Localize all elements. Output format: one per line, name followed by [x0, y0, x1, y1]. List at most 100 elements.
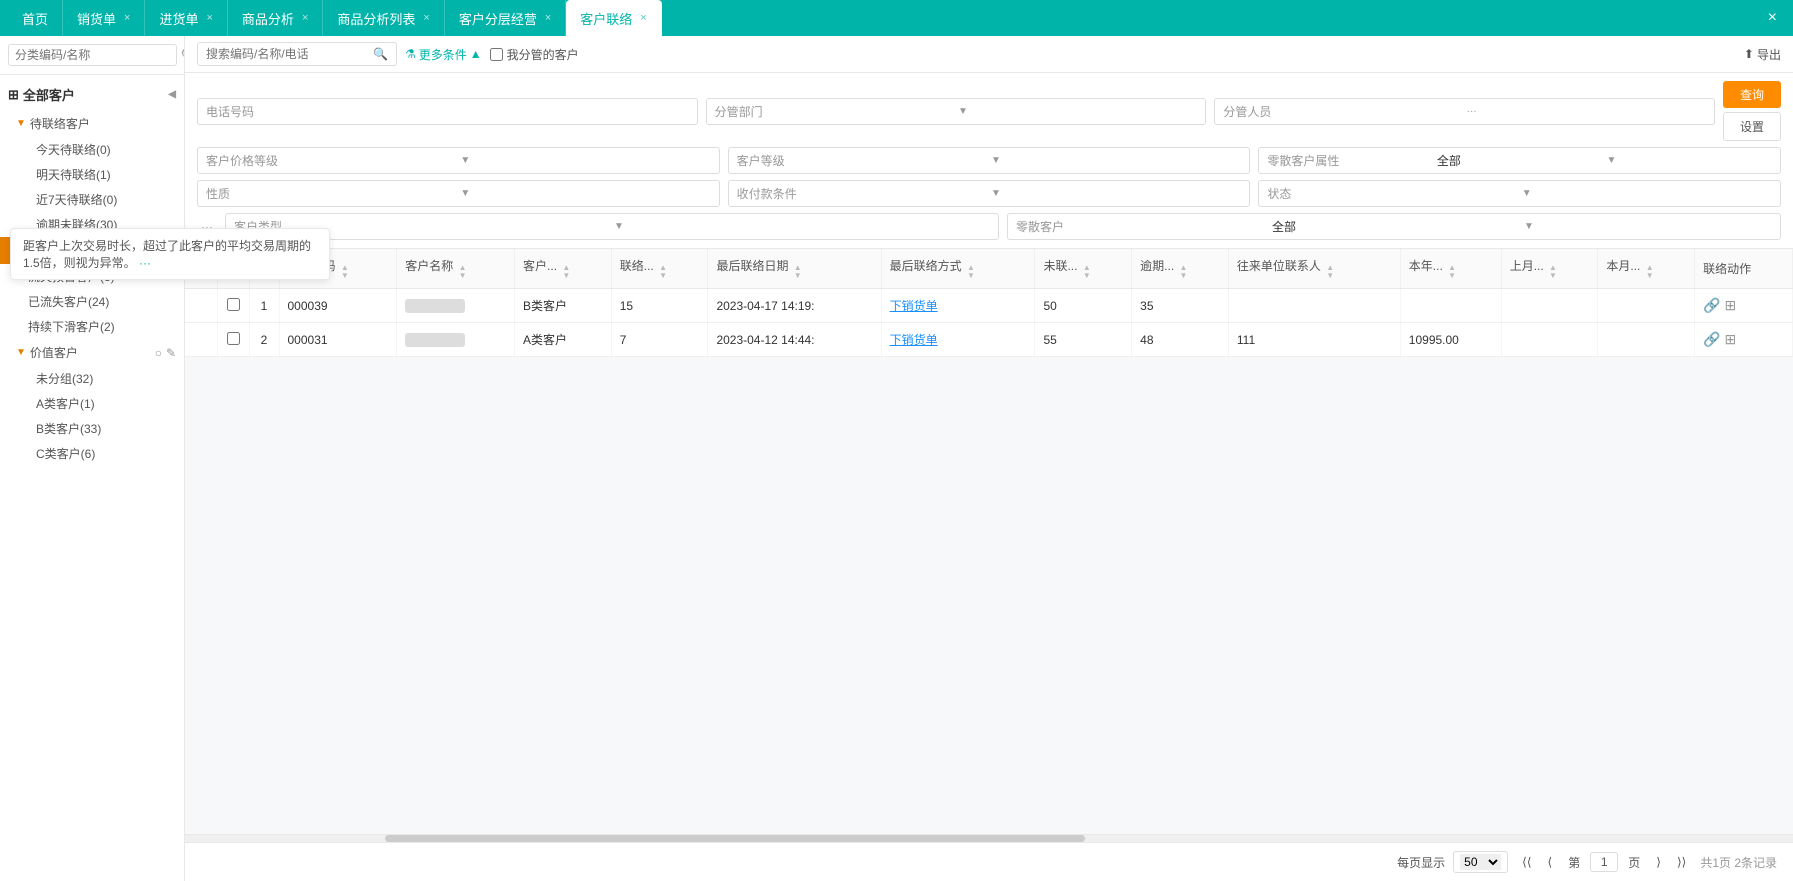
- row1-select-checkbox[interactable]: [227, 298, 240, 311]
- my-customer-checkbox-label: 我分管的客户: [490, 46, 579, 63]
- phone-filter[interactable]: 电话号码: [197, 98, 698, 125]
- search-input[interactable]: [206, 47, 369, 61]
- sidebar-search-input[interactable]: [8, 44, 177, 66]
- page-first-btn[interactable]: ⟨⟨: [1516, 853, 1537, 871]
- nav-close-analysis[interactable]: ×: [302, 12, 308, 24]
- filter-bar: 🔍 ⚗ 更多条件 ▲ 我分管的客户 ⬆ 导出: [185, 36, 1793, 73]
- th-this-year[interactable]: 本年... ▲▼: [1400, 249, 1501, 289]
- search-icon[interactable]: 🔍: [373, 47, 388, 61]
- row1-qr-icon[interactable]: ⊞: [1725, 297, 1737, 314]
- page-next-btn[interactable]: ⟩: [1650, 853, 1667, 871]
- th-unreached[interactable]: 未联... ▲▼: [1035, 249, 1132, 289]
- nav-close-customer-contact[interactable]: ×: [640, 12, 646, 24]
- row2-last-date: 2023-04-12 14:44:: [708, 323, 881, 357]
- price-level-filter[interactable]: 客户价格等级 ▼: [197, 147, 720, 174]
- customer-level-filter[interactable]: 客户等级 ▼: [728, 147, 1251, 174]
- retail-attr-filter[interactable]: 零散客户属性 全部 ▼: [1258, 147, 1781, 174]
- window-close-button[interactable]: ×: [1760, 9, 1785, 27]
- search-box: 🔍: [197, 42, 397, 66]
- row1-action-icons: 🔗 ⊞: [1703, 297, 1784, 314]
- my-customer-checkbox[interactable]: [490, 48, 503, 61]
- tooltip-close[interactable]: ···: [139, 256, 151, 270]
- phone-label: 电话号码: [206, 103, 445, 120]
- nav-item-purchase[interactable]: 进货单 ×: [145, 0, 227, 36]
- customer-table: ⚙ 客户编码 ▲▼ 客户名称 ▲▼: [185, 249, 1793, 357]
- nav-close-sales[interactable]: ×: [124, 12, 130, 24]
- dept-filter[interactable]: 分管部门 ▼: [706, 98, 1207, 125]
- nav-item-customer-tier[interactable]: 客户分层经营 ×: [445, 0, 566, 36]
- row2-name-blurred: [405, 333, 465, 347]
- sidebar-b-class-item[interactable]: B类客户(33): [8, 416, 184, 441]
- nav-close-analysis-list[interactable]: ×: [423, 12, 429, 24]
- sidebar-pending-section: ▼ 待联络客户 今天待联络(0) 明天待联络(1) 近7天待联络(0) 逾期未联…: [0, 110, 184, 237]
- sidebar-root-item[interactable]: ⊞ 全部客户 ◀: [0, 79, 184, 110]
- th-last-month[interactable]: 上月... ▲▼: [1501, 249, 1598, 289]
- nav-item-sales[interactable]: 销货单 ×: [63, 0, 145, 36]
- nav-item-analysis[interactable]: 商品分析 ×: [228, 0, 323, 36]
- type-sort-icon: ▲▼: [562, 264, 570, 280]
- query-button[interactable]: 查询: [1723, 81, 1781, 108]
- contact-sort-icon: ▲▼: [659, 264, 667, 280]
- more-conditions-btn[interactable]: ⚗ 更多条件 ▲: [405, 46, 482, 63]
- sidebar-pending-title[interactable]: ▼ 待联络客户: [8, 110, 184, 137]
- th-type[interactable]: 客户... ▲▼: [515, 249, 612, 289]
- nav-label-analysis: 商品分析: [242, 9, 294, 28]
- scrollbar-thumb[interactable]: [385, 835, 1085, 842]
- sidebar-a-class-item[interactable]: A类客户(1): [8, 391, 184, 416]
- retail-customer-label: 零散客户: [1016, 218, 1264, 235]
- row1-link-icon[interactable]: 🔗: [1703, 297, 1720, 314]
- row1-last-method-link[interactable]: 下销货单: [890, 299, 938, 313]
- nav-close-purchase[interactable]: ×: [206, 12, 212, 24]
- sidebar-7days-item[interactable]: 近7天待联络(0): [8, 187, 184, 212]
- customer-type-filter[interactable]: 客户类型 ▼: [225, 213, 999, 240]
- person-filter[interactable]: 分管人员 ···: [1214, 98, 1715, 125]
- th-last-date[interactable]: 最后联络日期 ▲▼: [708, 249, 881, 289]
- sidebar-today-item[interactable]: 今天待联络(0): [8, 137, 184, 162]
- price-edit-icon[interactable]: ✎: [166, 346, 176, 360]
- sidebar-price-title[interactable]: ▼ 价值客户 ○ ✎: [8, 339, 184, 366]
- row2-select-checkbox[interactable]: [227, 332, 240, 345]
- row2-contact: 7: [611, 323, 708, 357]
- row1-unreached: 50: [1035, 289, 1132, 323]
- row2-this-month: [1598, 323, 1695, 357]
- sidebar-declining-item[interactable]: 持续下滑客户(2): [0, 314, 184, 339]
- last-method-sort-icon: ▲▼: [967, 264, 975, 280]
- row2-last-method-link[interactable]: 下销货单: [890, 333, 938, 347]
- nav-label-home: 首页: [22, 9, 48, 28]
- gender-label: 性质: [206, 185, 456, 202]
- status-filter[interactable]: 状态 ▼: [1258, 180, 1781, 207]
- page-prev-btn[interactable]: ⟨: [1542, 853, 1559, 871]
- per-page-select[interactable]: 50 20 100: [1460, 854, 1501, 870]
- sidebar-tomorrow-item[interactable]: 明天待联络(1): [8, 162, 184, 187]
- sidebar-c-class-item[interactable]: C类客户(6): [8, 441, 184, 466]
- retail-customer-filter[interactable]: 零散客户 全部 ▼: [1007, 213, 1781, 240]
- gender-filter[interactable]: 性质 ▼: [197, 180, 720, 207]
- th-this-month[interactable]: 本月... ▲▼: [1598, 249, 1695, 289]
- sidebar-lost-item[interactable]: 已流失客户(24): [0, 289, 184, 314]
- row1-name: [397, 289, 515, 323]
- th-overdue[interactable]: 逾期... ▲▼: [1132, 249, 1229, 289]
- nav-item-analysis-list[interactable]: 商品分析列表 ×: [323, 0, 444, 36]
- sidebar-ungroup-item[interactable]: 未分组(32): [8, 366, 184, 391]
- th-contact[interactable]: 联络... ▲▼: [611, 249, 708, 289]
- table-row: 2 000031 A类客户 7: [185, 323, 1793, 357]
- row2-link-icon[interactable]: 🔗: [1703, 331, 1720, 348]
- last-date-sort-icon: ▲▼: [794, 264, 802, 280]
- price-add-icon[interactable]: ○: [155, 346, 162, 360]
- horizontal-scrollbar[interactable]: [185, 834, 1793, 842]
- export-button[interactable]: ⬆ 导出: [1744, 46, 1781, 63]
- page-last-btn[interactable]: ⟩⟩: [1671, 853, 1692, 871]
- row2-qr-icon[interactable]: ⊞: [1725, 331, 1737, 348]
- nav-item-home[interactable]: 首页: [8, 0, 63, 36]
- nav-item-customer-contact[interactable]: 客户联络 ×: [566, 0, 661, 36]
- th-last-method[interactable]: 最后联络方式 ▲▼: [881, 249, 1035, 289]
- current-page-input[interactable]: 1: [1590, 852, 1618, 872]
- payment-filter[interactable]: 收付款条件 ▼: [728, 180, 1251, 207]
- th-unit-contact[interactable]: 往来单位联系人 ▲▼: [1228, 249, 1400, 289]
- settings-button[interactable]: 设置: [1723, 112, 1781, 141]
- th-name[interactable]: 客户名称 ▲▼: [397, 249, 515, 289]
- nav-close-customer-tier[interactable]: ×: [545, 12, 551, 24]
- tooltip-overlay: 距客户上次交易时长，超过了此客户的平均交易周期的1.5倍，则视为异常。 ···: [10, 228, 184, 280]
- price-edit-icons: ○ ✎: [155, 346, 176, 360]
- sidebar-collapse-btn[interactable]: ◀: [168, 89, 176, 100]
